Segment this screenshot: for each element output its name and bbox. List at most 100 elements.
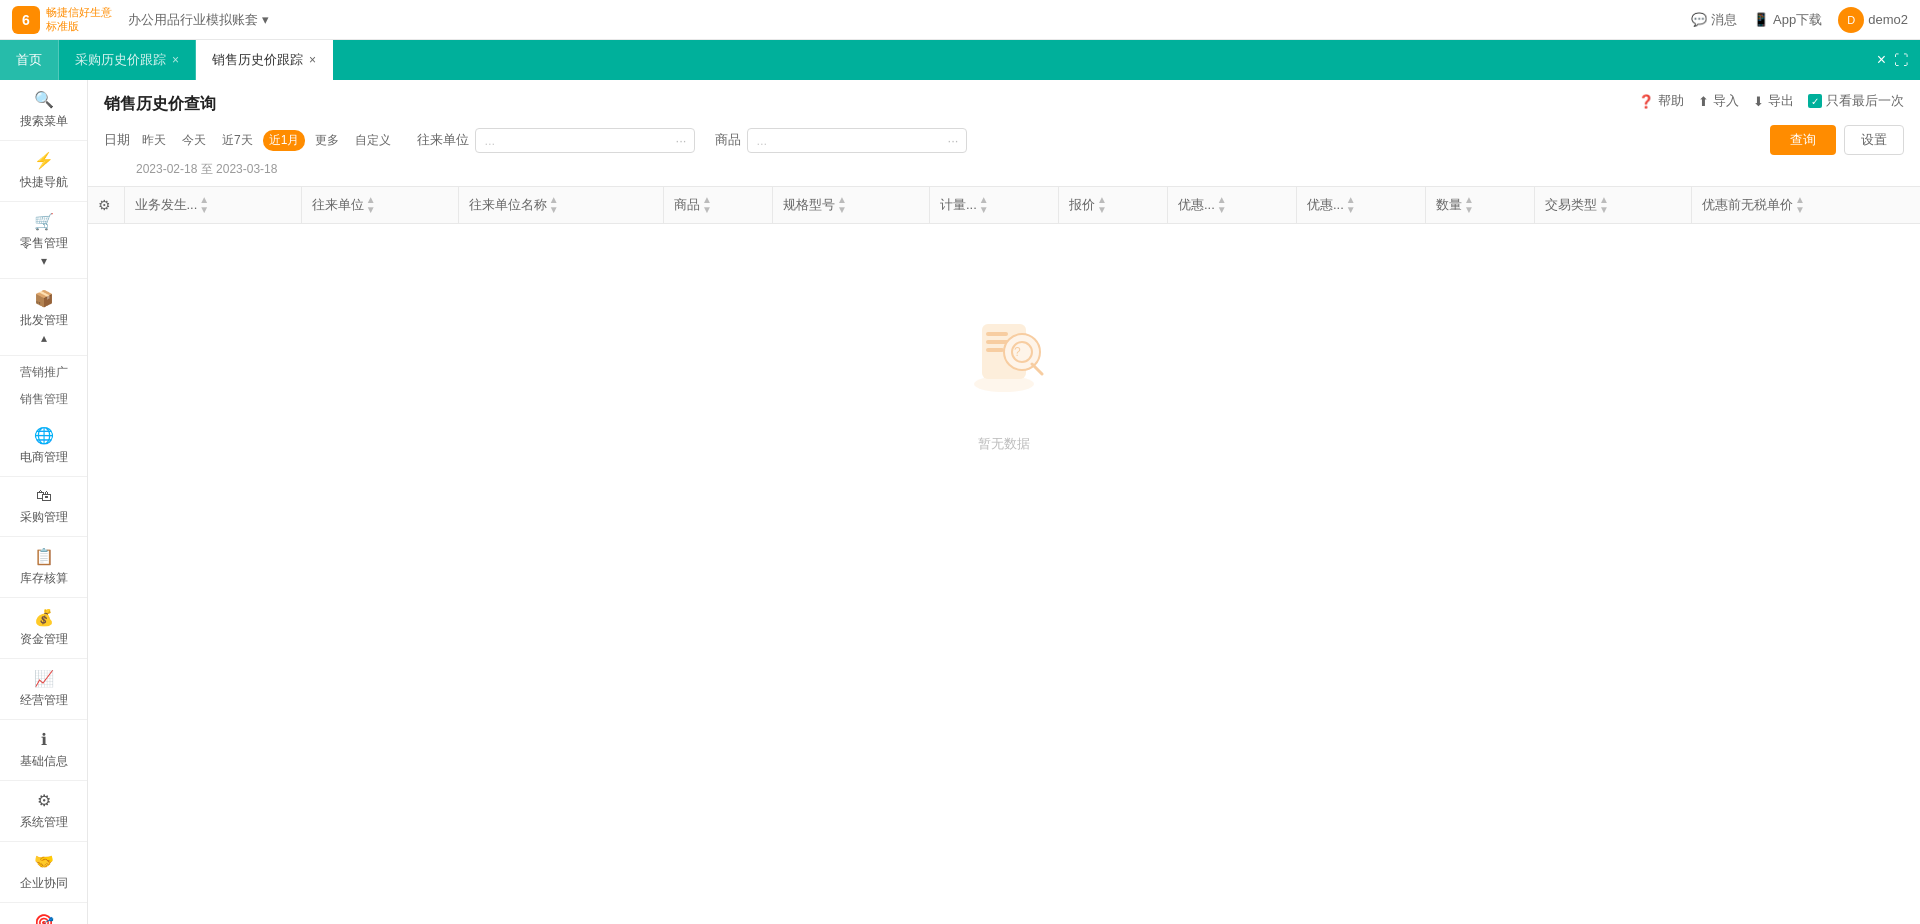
shortcut-last1month[interactable]: 近1月 [263,130,306,151]
user-menu[interactable]: D demo2 [1838,7,1908,33]
import-btn[interactable]: ⬆ 导入 [1698,92,1739,110]
sidebar-item-inventory[interactable]: 📋 库存核算 [0,537,87,598]
sort-icon-business-date: ▲▼ [199,195,209,215]
table-container: ⚙ 业务发生... ▲▼ 往来单位 ▲▼ [88,187,1920,924]
sidebar-item-operation[interactable]: 📈 经营管理 [0,659,87,720]
sort-discount2[interactable]: 优惠... ▲▼ [1307,195,1415,215]
message-btn[interactable]: 💬 消息 [1691,11,1737,29]
tab-home[interactable]: 首页 [0,40,59,80]
sort-business-date[interactable]: 业务发生... ▲▼ [135,195,291,215]
help-btn[interactable]: ❓ 帮助 [1638,92,1684,110]
help-icon: ❓ [1638,94,1654,109]
system-mgmt-icon: ⚙ [37,791,51,810]
tab-sales-history-close[interactable]: × [309,53,316,67]
content-area: 销售历史价查询 ❓ 帮助 ⬆ 导入 ⬇ 导出 ✓ 只看最后一次 [88,80,1920,924]
logo-text: 畅捷信好生意 标准版 [46,6,112,32]
new-guide-icon: 🎯 [34,913,54,924]
top-bar-right: 💬 消息 📱 App下载 D demo2 [1691,7,1908,33]
app-download-icon: 📱 [1753,12,1769,27]
empty-row: ? 暂无数据 [88,224,1920,534]
tab-bar-end: × ⛶ [1877,51,1920,69]
sort-partner-name[interactable]: 往来单位名称 ▲▼ [469,195,653,215]
sort-unit[interactable]: 计量... ▲▼ [940,195,1048,215]
th-quantity: 数量 ▲▼ [1426,187,1535,224]
sort-icon-unit: ▲▼ [979,195,989,215]
shortcut-custom[interactable]: 自定义 [349,130,397,151]
date-range-display: 2023-02-18 至 2023-03-18 [136,161,277,178]
tab-sales-history[interactable]: 销售历史价跟踪 × [196,40,333,80]
partner-label: 往来单位 [417,131,469,149]
sidebar-item-search-menu[interactable]: 🔍 搜索菜单 [0,80,87,141]
logo-icon: 6 [12,6,40,34]
only-last-checkbox-item[interactable]: ✓ 只看最后一次 [1808,92,1904,110]
sidebar-item-new-guide[interactable]: 🎯 新手引导 [0,903,87,924]
basic-info-icon: ℹ [41,730,47,749]
wholesale-mgmt-icon: 📦 [34,289,54,308]
shortcut-yesterday[interactable]: 昨天 [136,130,172,151]
th-settings: ⚙ [88,187,124,224]
sidebar-sub-marketing[interactable]: 营销推广 [4,360,83,385]
only-last-checkbox[interactable]: ✓ [1808,94,1822,108]
shortcut-more[interactable]: 更多 [309,130,345,151]
sort-trade-type[interactable]: 交易类型 ▲▼ [1545,195,1681,215]
table-header-row: ⚙ 业务发生... ▲▼ 往来单位 ▲▼ [88,187,1920,224]
th-unit: 计量... ▲▼ [929,187,1058,224]
sort-pretax-price[interactable]: 优惠前无税单价 ▲▼ [1702,195,1910,215]
operation-icon: 📈 [34,669,54,688]
sort-icon-goods: ▲▼ [702,195,712,215]
shortcut-last7days[interactable]: 近7天 [216,130,259,151]
partner-input[interactable]: ... ··· [475,128,695,153]
sort-quantity[interactable]: 数量 ▲▼ [1436,195,1524,215]
sort-icon-trade-type: ▲▼ [1599,195,1609,215]
sidebar-item-system-mgmt[interactable]: ⚙ 系统管理 [0,781,87,842]
retail-mgmt-arrow: ▾ [41,254,47,268]
empty-text: 暂无数据 [978,435,1030,453]
sort-icon-partner-name: ▲▼ [549,195,559,215]
sort-goods[interactable]: 商品 ▲▼ [674,195,762,215]
goods-input[interactable]: ... ··· [747,128,967,153]
sidebar-item-wholesale-mgmt[interactable]: 📦 批发管理 ▴ [0,279,87,356]
main-layout: 🔍 搜索菜单 ⚡ 快捷导航 🛒 零售管理 ▾ 📦 批发管理 ▴ 营销推广 销售管… [0,80,1920,924]
top-bar: 6 畅捷信好生意 标准版 办公用品行业模拟账套 ▾ 💬 消息 📱 App下载 D… [0,0,1920,40]
empty-icon: ? [954,304,1054,423]
sort-partner-code[interactable]: 往来单位 ▲▼ [312,195,448,215]
sort-spec[interactable]: 规格型号 ▲▼ [783,195,919,215]
sort-icon-discount1: ▲▼ [1217,195,1227,215]
wholesale-mgmt-arrow: ▴ [41,331,47,345]
svg-rect-2 [986,332,1008,336]
sidebar-item-finance[interactable]: 💰 资金管理 [0,598,87,659]
ecommerce-mgmt-icon: 🌐 [34,426,54,445]
settings-button[interactable]: 设置 [1844,125,1904,155]
tab-purchase-history[interactable]: 采购历史价跟踪 × [59,40,196,80]
sort-icon-discount2: ▲▼ [1346,195,1356,215]
filter-section: 日期 昨天 今天 近7天 近1月 更多 自定义 往来单位 ... ··· [88,115,1920,187]
table-body: ? 暂无数据 [88,224,1920,534]
partner-filter-group: 往来单位 ... ··· [417,128,695,153]
sidebar-item-ecommerce-mgmt[interactable]: 🌐 电商管理 [0,416,87,477]
sort-discount1[interactable]: 优惠... ▲▼ [1178,195,1286,215]
sort-quoted-price[interactable]: 报价 ▲▼ [1069,195,1157,215]
export-btn[interactable]: ⬇ 导出 [1753,92,1794,110]
sidebar-sub-sales-mgmt[interactable]: 销售管理 [4,387,83,412]
th-discount2: 优惠... ▲▼ [1296,187,1425,224]
window-expand-btn[interactable]: ⛶ [1894,52,1908,68]
partner-field-dots: ··· [676,133,687,148]
table-settings-btn[interactable]: ⚙ [98,197,111,213]
avatar: D [1838,7,1864,33]
th-business-date: 业务发生... ▲▼ [124,187,301,224]
sidebar-item-purchase-mgmt[interactable]: 🛍 采购管理 [0,477,87,537]
query-button[interactable]: 查询 [1770,125,1836,155]
tab-purchase-history-close[interactable]: × [172,53,179,67]
retail-mgmt-icon: 🛒 [34,212,54,231]
sidebar-item-retail-mgmt[interactable]: 🛒 零售管理 ▾ [0,202,87,279]
window-close-btn[interactable]: × [1877,51,1886,69]
sidebar-item-basic-info[interactable]: ℹ 基础信息 [0,720,87,781]
sidebar-item-enterprise-coop[interactable]: 🤝 企业协同 [0,842,87,903]
shortcut-today[interactable]: 今天 [176,130,212,151]
app-selector[interactable]: 办公用品行业模拟账套 ▾ [120,7,277,33]
sidebar-item-quick-nav[interactable]: ⚡ 快捷导航 [0,141,87,202]
app-download-btn[interactable]: 📱 App下载 [1753,11,1822,29]
sort-icon-quantity: ▲▼ [1464,195,1474,215]
sort-icon-spec: ▲▼ [837,195,847,215]
enterprise-coop-icon: 🤝 [34,852,54,871]
